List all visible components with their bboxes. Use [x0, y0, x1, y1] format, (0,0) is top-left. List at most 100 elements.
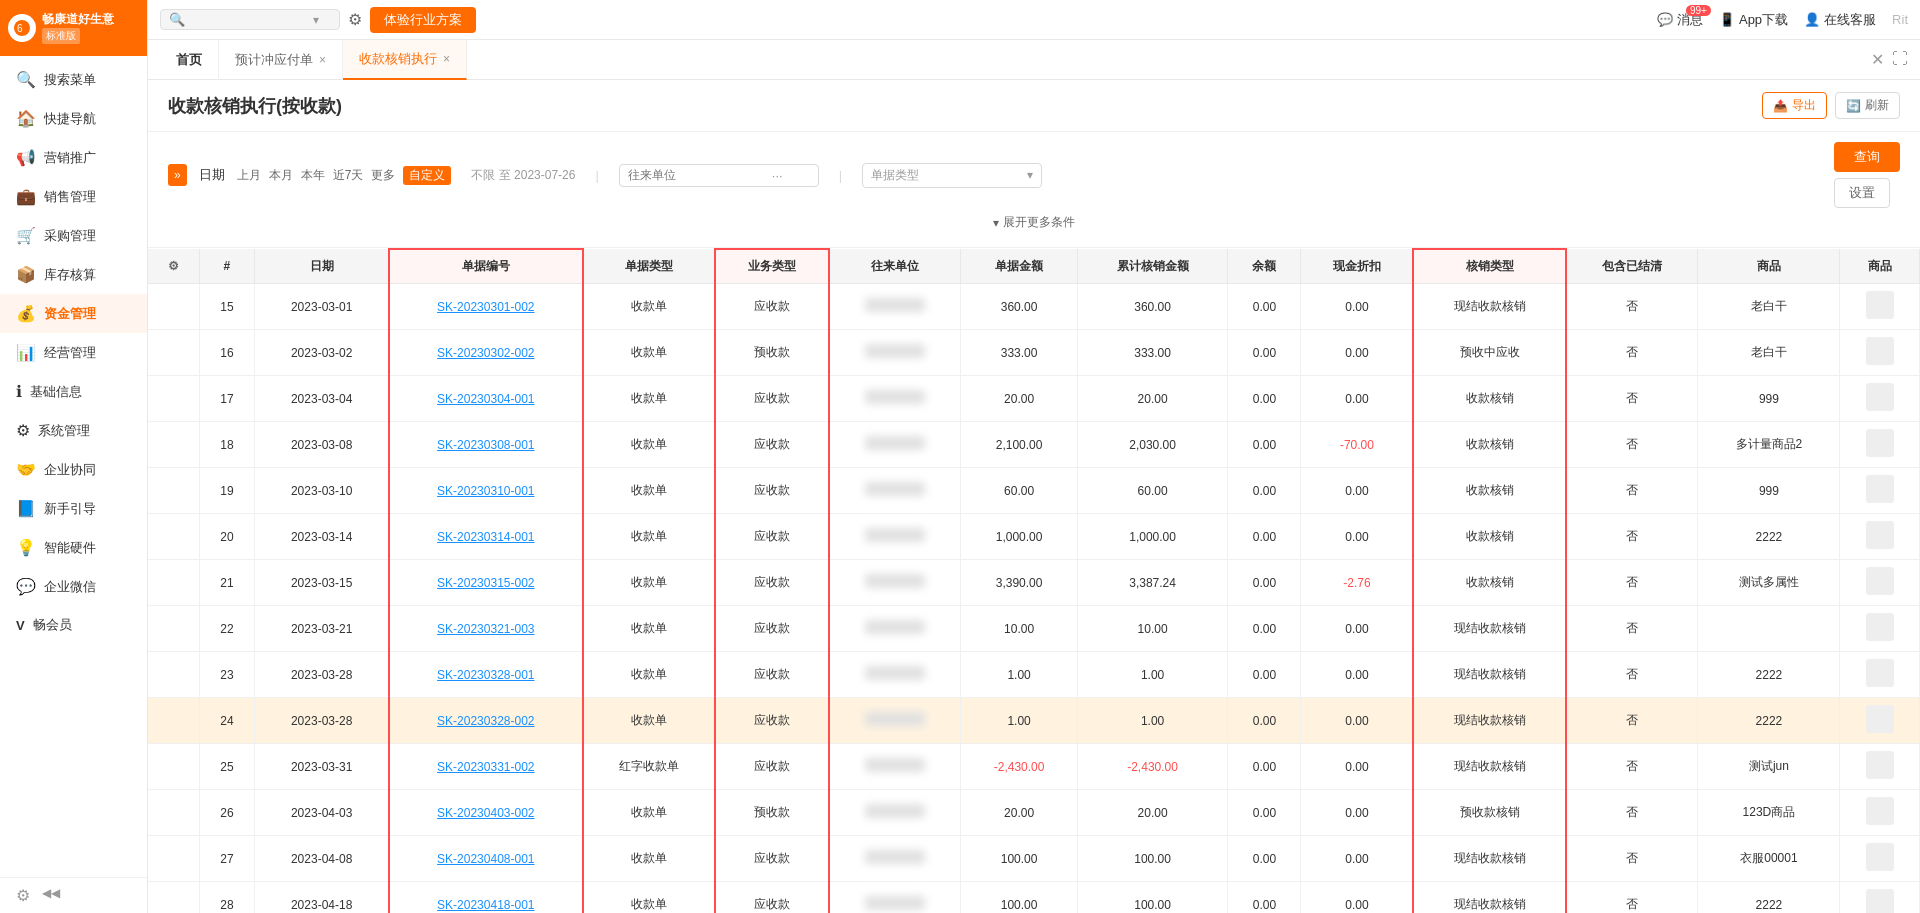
td-doc-amount: 1,000.00 [961, 514, 1077, 560]
td-index: 18 [199, 422, 255, 468]
date-opt-this-month[interactable]: 本月 [269, 167, 293, 184]
td-doc-no[interactable]: SK-20230328-001 [389, 652, 583, 698]
tab-home[interactable]: 首页 [160, 40, 219, 80]
sidebar-item-quick-nav[interactable]: 🏠 快捷导航 [0, 99, 147, 138]
td-checkbox [148, 836, 199, 882]
sidebar-item-sales[interactable]: 💼 销售管理 [0, 177, 147, 216]
table-row[interactable]: 152023-03-01SK-20230301-002收款单应收款360.003… [148, 284, 1920, 330]
table-row[interactable]: 282023-04-18SK-20230418-001收款单应收款100.001… [148, 882, 1920, 914]
td-doc-no[interactable]: SK-20230310-001 [389, 468, 583, 514]
tab-collection-close[interactable]: × [443, 52, 450, 66]
filter-settings-button[interactable]: 设置 [1834, 178, 1890, 208]
tab-collection[interactable]: 收款核销执行 × [343, 40, 467, 80]
solution-button[interactable]: 体验行业方案 [370, 7, 476, 33]
counterparty-input[interactable] [628, 168, 768, 182]
tab-prepay[interactable]: 预计冲应付单 × [219, 40, 343, 80]
td-doc-amount: 3,390.00 [961, 560, 1077, 606]
logo-icon: 6 [8, 14, 36, 42]
td-balance: 0.00 [1228, 560, 1301, 606]
sidebar-item-enterprise[interactable]: 🤝 企业协同 [0, 450, 147, 489]
td-cum-offset: 1.00 [1077, 652, 1228, 698]
tab-prepay-close[interactable]: × [319, 53, 326, 67]
table-row[interactable]: 202023-03-14SK-20230314-001收款单应收款1,000.0… [148, 514, 1920, 560]
td-offset-type: 现结收款核销 [1413, 882, 1565, 914]
sidebar-item-system[interactable]: ⚙ 系统管理 [0, 411, 147, 450]
table-row[interactable]: 272023-04-08SK-20230408-001收款单应收款100.001… [148, 836, 1920, 882]
sidebar-item-wechat[interactable]: 💬 企业微信 [0, 567, 147, 606]
table-row[interactable]: 222023-03-21SK-20230321-003收款单应收款10.0010… [148, 606, 1920, 652]
date-custom-btn[interactable]: 自定义 [403, 166, 451, 185]
table-row[interactable]: 242023-03-28SK-20230328-002收款单应收款1.001.0… [148, 698, 1920, 744]
td-doc-no[interactable]: SK-20230418-001 [389, 882, 583, 914]
td-doc-amount: 2,100.00 [961, 422, 1077, 468]
table-row[interactable]: 162023-03-02SK-20230302-002收款单预收款333.003… [148, 330, 1920, 376]
topbar-app[interactable]: 📱 App下载 [1719, 11, 1788, 29]
topbar-search-wrap[interactable]: 🔍 ▾ [160, 9, 340, 30]
tab-close-all-icon[interactable]: ✕ [1871, 50, 1884, 69]
sidebar-label-search: 搜索菜单 [44, 71, 96, 89]
td-doc-no[interactable]: SK-20230328-002 [389, 698, 583, 744]
date-opt-7days[interactable]: 近7天 [333, 167, 364, 184]
td-doc-type: 收款单 [583, 836, 716, 882]
td-include-settled: 否 [1566, 514, 1698, 560]
table-row[interactable]: 232023-03-28SK-20230328-001收款单应收款1.001.0… [148, 652, 1920, 698]
date-opt-this-year[interactable]: 本年 [301, 167, 325, 184]
th-gear[interactable]: ⚙ [148, 249, 199, 284]
td-checkbox [148, 330, 199, 376]
td-biz-type: 应收款 [715, 744, 828, 790]
topbar-msg[interactable]: 💬 消息 99+ [1657, 11, 1703, 29]
td-doc-no[interactable]: SK-20230315-002 [389, 560, 583, 606]
date-opt-last-month[interactable]: 上月 [237, 167, 261, 184]
doc-type-select[interactable]: 单据类型 ▾ [862, 163, 1042, 188]
td-doc-no[interactable]: SK-20230403-002 [389, 790, 583, 836]
table-row[interactable]: 182023-03-08SK-20230308-001收款单应收款2,100.0… [148, 422, 1920, 468]
topbar-service[interactable]: 👤 在线客服 [1804, 11, 1876, 29]
filter-date-label: 日期 [199, 166, 225, 184]
td-balance: 0.00 [1228, 606, 1301, 652]
td-doc-no[interactable]: SK-20230302-002 [389, 330, 583, 376]
sidebar-item-inventory[interactable]: 📦 库存核算 [0, 255, 147, 294]
table-row[interactable]: 192023-03-10SK-20230310-001收款单应收款60.0060… [148, 468, 1920, 514]
sidebar-item-search[interactable]: 🔍 搜索菜单 [0, 60, 147, 99]
table-row[interactable]: 172023-03-04SK-20230304-001收款单应收款20.0020… [148, 376, 1920, 422]
td-date: 2023-03-15 [255, 560, 389, 606]
table-row[interactable]: 262023-04-03SK-20230403-002收款单预收款20.0020… [148, 790, 1920, 836]
td-doc-type: 收款单 [583, 422, 716, 468]
sidebar-collapse-icon[interactable]: ◀◀ [42, 886, 60, 905]
sidebar-item-operations[interactable]: 📊 经营管理 [0, 333, 147, 372]
td-doc-type: 收款单 [583, 514, 716, 560]
refresh-button[interactable]: 🔄 刷新 [1835, 92, 1900, 119]
sidebar-item-guide[interactable]: 📘 新手引导 [0, 489, 147, 528]
td-doc-no[interactable]: SK-20230308-001 [389, 422, 583, 468]
sidebar-settings-icon[interactable]: ⚙ [16, 886, 30, 905]
date-opt-more[interactable]: 更多 [371, 167, 395, 184]
table-row[interactable]: 212023-03-15SK-20230315-002收款单应收款3,390.0… [148, 560, 1920, 606]
td-doc-no[interactable]: SK-20230301-002 [389, 284, 583, 330]
td-doc-no[interactable]: SK-20230408-001 [389, 836, 583, 882]
filter-expand-button[interactable]: » [168, 164, 187, 186]
td-counterparty [829, 698, 961, 744]
query-button[interactable]: 查询 [1834, 142, 1900, 172]
counterparty-more-icon[interactable]: ··· [772, 168, 783, 183]
sidebar-item-member[interactable]: V 畅会员 [0, 606, 147, 644]
expand-more-button[interactable]: ▾ 展开更多条件 [993, 214, 1075, 231]
sidebar-item-basic[interactable]: ℹ 基础信息 [0, 372, 147, 411]
member-icon: V [16, 618, 25, 633]
export-icon: 📤 [1773, 99, 1788, 113]
sidebar-item-hardware[interactable]: 💡 智能硬件 [0, 528, 147, 567]
td-doc-no[interactable]: SK-20230304-001 [389, 376, 583, 422]
tab-expand-icon[interactable]: ⛶ [1892, 50, 1908, 69]
sidebar-item-finance[interactable]: 💰 资金管理 [0, 294, 147, 333]
topbar-search-input[interactable] [189, 13, 309, 27]
sidebar-item-marketing[interactable]: 📢 营销推广 [0, 138, 147, 177]
export-button[interactable]: 📤 导出 [1762, 92, 1827, 119]
topbar-gear-icon[interactable]: ⚙ [348, 10, 362, 29]
counterparty-input-wrap[interactable]: ··· [619, 164, 819, 187]
sidebar-item-purchase[interactable]: 🛒 采购管理 [0, 216, 147, 255]
td-doc-no[interactable]: SK-20230331-002 [389, 744, 583, 790]
td-doc-no[interactable]: SK-20230321-003 [389, 606, 583, 652]
td-date: 2023-03-31 [255, 744, 389, 790]
table-row[interactable]: 252023-03-31SK-20230331-002红字收款单应收款-2,43… [148, 744, 1920, 790]
sidebar-label-quick-nav: 快捷导航 [44, 110, 96, 128]
td-doc-no[interactable]: SK-20230314-001 [389, 514, 583, 560]
